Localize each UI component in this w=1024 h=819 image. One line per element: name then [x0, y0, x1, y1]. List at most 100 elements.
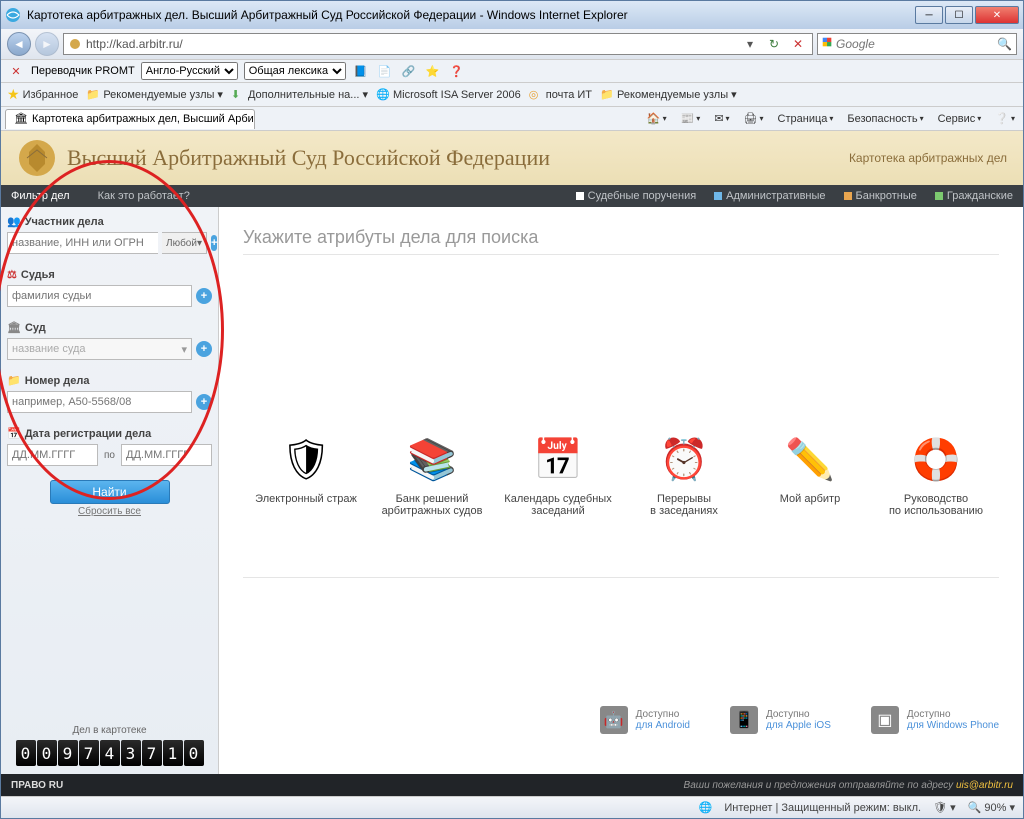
add-judge-button[interactable]: + [196, 288, 212, 304]
app-store-link[interactable]: ▣Доступнодля Windows Phone [871, 706, 999, 734]
print-button[interactable]: 🖨▾ [740, 110, 768, 127]
counter-digit: 7 [79, 740, 99, 766]
fav-recommended-1[interactable]: 📁Рекомендуемые узлы ▾ [86, 88, 223, 102]
star-icon: ★ [7, 86, 20, 103]
participant-input[interactable] [7, 232, 158, 254]
minimize-button[interactable]: ─ [915, 6, 943, 24]
service-icon-item[interactable]: 🛡Электронный страж [246, 435, 366, 517]
safety-menu[interactable]: Безопасность▾ [843, 111, 927, 127]
home-button[interactable]: 🏠▾ [643, 110, 671, 127]
reset-link[interactable]: Сбросить все [7, 506, 212, 517]
search-input[interactable] [836, 37, 993, 51]
footer-brand: ПРАВО RU [11, 780, 63, 791]
platform-icon: 🤖 [600, 706, 628, 734]
gavel-icon: ⚖ [7, 268, 17, 281]
close-button[interactable]: ✕ [975, 6, 1019, 24]
ie-command-bar: 🏠▾ 📰▾ ✉▾ 🖨▾ Страница▾ Безопасность▾ Серв… [643, 110, 1019, 127]
service-icon-item[interactable]: 📅Календарь судебныхзаседаний [498, 435, 618, 517]
tab-bar: 🏛 Картотека арбитражных дел, Высший Арби… [1, 107, 1023, 131]
date-from-input[interactable] [7, 444, 98, 466]
window-titlebar: Картотека арбитражных дел. Высший Арбитр… [1, 1, 1023, 29]
court-select[interactable]: название суда▾ [7, 338, 192, 360]
footer-email-link[interactable]: uis@arbitr.ru [956, 780, 1013, 791]
favorites-button[interactable]: ★Избранное [7, 86, 78, 103]
fav-more[interactable]: ⬇Дополнительные на... ▾ [231, 88, 368, 102]
tab-favicon-icon: 🏛 [14, 112, 28, 126]
browser-search[interactable]: 🔍 [817, 33, 1017, 55]
service-menu[interactable]: Сервис▾ [934, 111, 986, 127]
app-store-link[interactable]: 📱Доступнодля Apple iOS [730, 706, 831, 734]
calendar-icon: 📅 [7, 427, 21, 440]
app-links-row: 🤖Доступнодля Android 📱Доступнодля Apple i… [600, 706, 999, 734]
url-input[interactable] [86, 37, 736, 51]
stop-icon[interactable]: ✕ [788, 34, 808, 54]
case-number-label: 📁Номер дела [7, 374, 212, 387]
counter-digit: 0 [37, 740, 57, 766]
add-court-button[interactable]: + [196, 341, 212, 357]
fav-isa[interactable]: 🌐Microsoft ISA Server 2006 [376, 88, 521, 102]
menu-casetype[interactable]: Банкротные [844, 190, 917, 202]
dropdown-icon[interactable]: ▾ [740, 34, 760, 54]
fav-recommended-2[interactable]: 📁Рекомендуемые узлы ▾ [600, 88, 737, 102]
folder-icon: 📁 [7, 374, 21, 387]
search-icon[interactable]: 🔍 [997, 34, 1012, 54]
counter-digit: 0 [184, 740, 204, 766]
maximize-button[interactable]: ☐ [945, 6, 973, 24]
ie-small-icon: 🌐 [376, 88, 390, 102]
promt-label: Переводчик PROMT [31, 65, 135, 77]
readmail-button[interactable]: ✉▾ [710, 110, 733, 127]
main-area: Укажите атрибуты дела для поиска 🛡Электр… [219, 207, 1023, 774]
add-participant-button[interactable]: + [211, 235, 217, 251]
site-footer: ПРАВО RU Ваши пожелания и предложения от… [1, 774, 1023, 796]
platform-icon: 📱 [730, 706, 758, 734]
app-store-link[interactable]: 🤖Доступнодля Android [600, 706, 690, 734]
service-icon-item[interactable]: 📚Банк решенийарбитражных судов [372, 435, 492, 517]
court-emblem-icon [17, 138, 57, 178]
counter-digit: 3 [121, 740, 141, 766]
promt-tool2-icon[interactable]: 📄 [376, 62, 394, 80]
promt-tool1-icon[interactable]: 📘 [352, 62, 370, 80]
add-case-button[interactable]: + [196, 394, 212, 410]
zoom-control[interactable]: 🔍 90% ▾ [968, 801, 1015, 814]
promt-close-icon[interactable]: ✕ [7, 62, 25, 80]
back-button[interactable]: ◄ [7, 32, 31, 56]
service-icons-row: 🛡Электронный страж📚Банк решенийарбитражн… [243, 435, 999, 517]
case-counter: Дел в картотеке 009743710 [1, 725, 218, 766]
google-icon [822, 37, 832, 51]
folder-icon: 📁 [86, 88, 100, 102]
menu-filter[interactable]: Фильтр дел [11, 190, 70, 202]
service-icon-item[interactable]: 🛟Руководствопо использованию [876, 435, 996, 517]
fav-mail[interactable]: ◎почта ИТ [529, 88, 592, 102]
service-icon-item[interactable]: ✏️Мой арбитр [750, 435, 870, 517]
forward-button[interactable]: ► [35, 32, 59, 56]
promt-tool4-icon[interactable]: ⭐ [424, 62, 442, 80]
promt-dict-select[interactable]: Общая лексика [244, 62, 346, 80]
judge-input[interactable] [7, 285, 192, 307]
search-button[interactable]: Найти [50, 480, 170, 504]
site-menubar: Фильтр дел Как это работает? Судебные по… [1, 185, 1023, 207]
service-icon-item[interactable]: ⏰Перерывыв заседаниях [624, 435, 744, 517]
ie-icon [5, 7, 21, 23]
address-bar[interactable]: ▾ ↻ ✕ [63, 33, 813, 55]
promt-lang-select[interactable]: Англо-Русский [141, 62, 238, 80]
browser-statusbar: 🌐 Интернет | Защищенный режим: выкл. 🛡 ▾… [1, 796, 1023, 818]
date-to-input[interactable] [121, 444, 212, 466]
promt-tool3-icon[interactable]: 🔗 [400, 62, 418, 80]
menu-casetype[interactable]: Гражданские [935, 190, 1013, 202]
menu-casetype[interactable]: Судебные поручения [576, 190, 697, 202]
feeds-button[interactable]: 📰▾ [677, 110, 705, 127]
case-number-input[interactable] [7, 391, 192, 413]
refresh-icon[interactable]: ↻ [764, 34, 784, 54]
browser-tab[interactable]: 🏛 Картотека арбитражных дел, Высший Арби… [5, 109, 255, 129]
main-heading: Укажите атрибуты дела для поиска [243, 227, 999, 248]
protected-mode-icon[interactable]: 🛡 ▾ [933, 801, 956, 814]
counter-digit: 9 [58, 740, 78, 766]
menu-casetype[interactable]: Административные [714, 190, 825, 202]
participant-type-select[interactable]: Любой ▾ [162, 232, 207, 254]
help-button[interactable]: ❔▾ [991, 110, 1019, 127]
menu-howto[interactable]: Как это работает? [98, 190, 190, 202]
promt-tool5-icon[interactable]: ❓ [448, 62, 466, 80]
page-menu[interactable]: Страница▾ [774, 111, 838, 127]
counter-digit: 0 [16, 740, 36, 766]
footer-feedback: Ваши пожелания и предложения отправляйте… [684, 780, 1013, 791]
